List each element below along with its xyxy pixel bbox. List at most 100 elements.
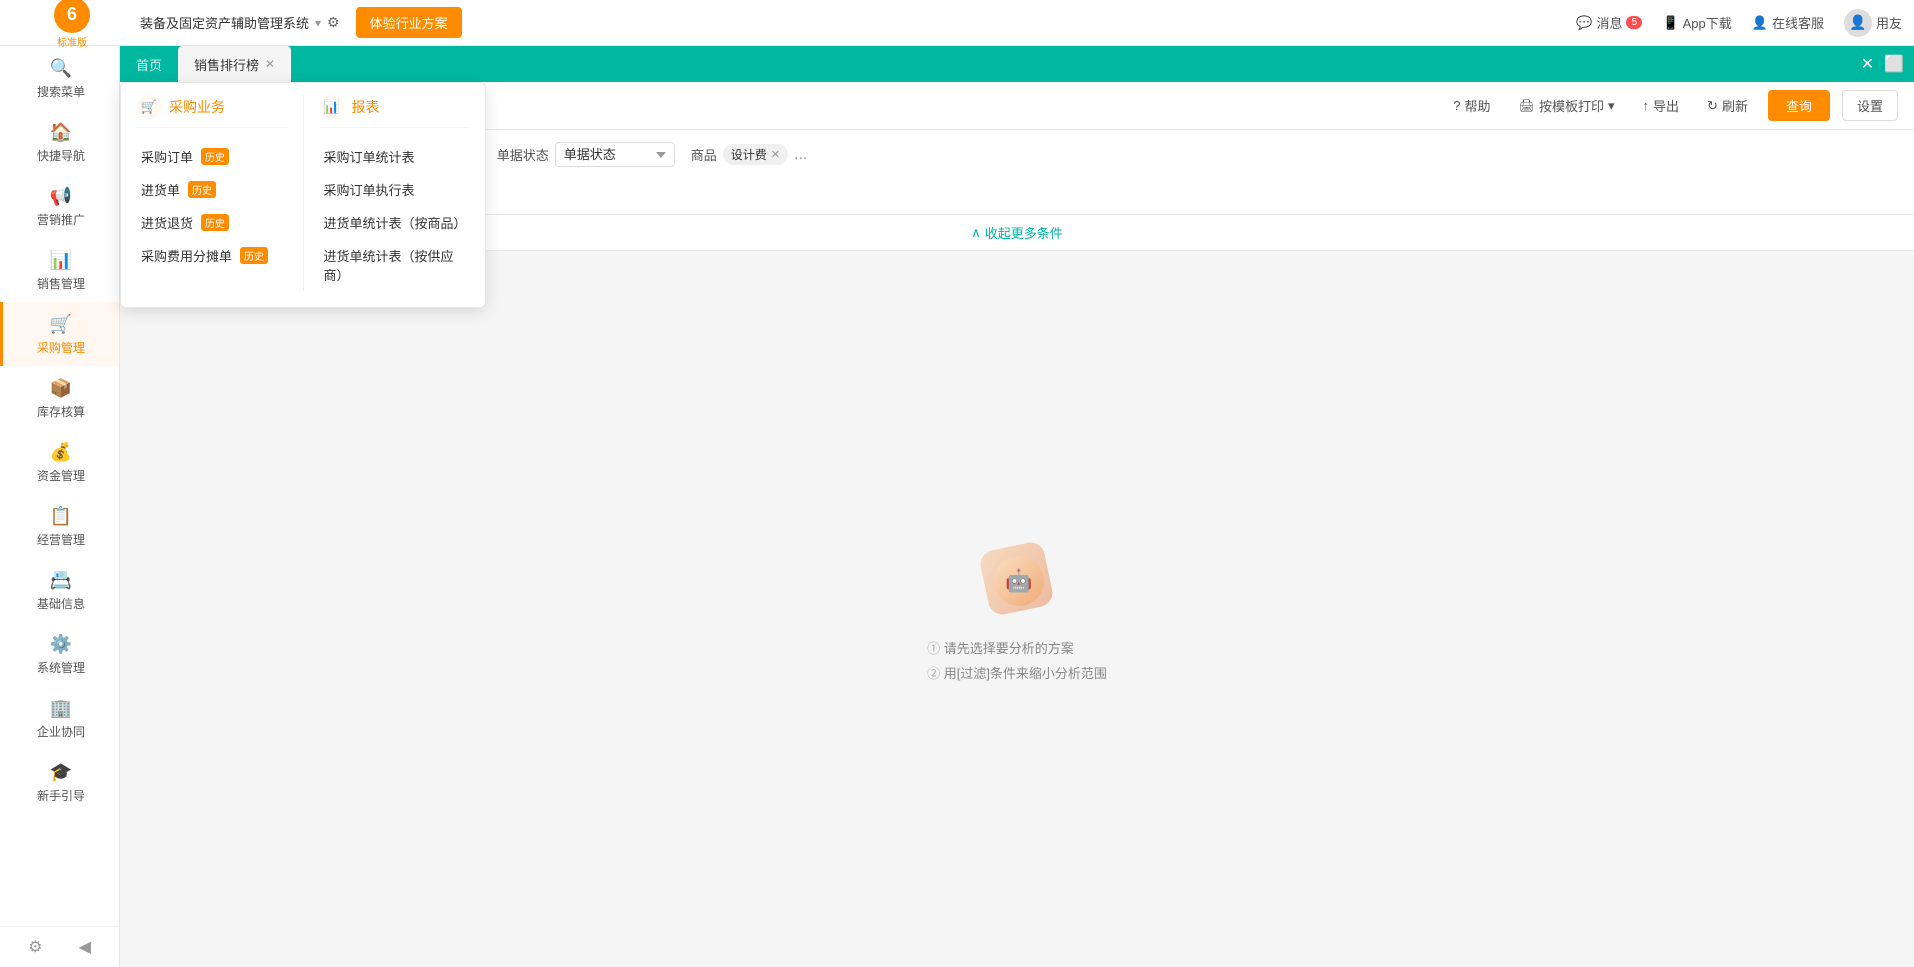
tab-close-icon[interactable]: ✕ bbox=[265, 57, 275, 71]
sidebar-item-inventory[interactable]: 📦 库存核算 bbox=[0, 366, 119, 430]
online-service-item[interactable]: 👤 在线客服 bbox=[1752, 13, 1824, 32]
goods-return-label: 进货退货 bbox=[141, 213, 193, 232]
sidebar-item-label: 快捷导航 bbox=[37, 147, 85, 164]
doc-status-label: 单据状态 bbox=[497, 145, 549, 164]
goods-in-label: 进货单 bbox=[141, 180, 180, 199]
user-item[interactable]: 👤 用友 bbox=[1844, 9, 1902, 37]
goods-in-history-badge: 历史 bbox=[188, 181, 216, 198]
empty-hints: ① 请先选择要分析的方案 ② 用[过滤]条件来缩小分析范围 bbox=[927, 638, 1107, 682]
newbie-icon: 🎓 bbox=[50, 762, 72, 783]
print-dropdown-icon[interactable]: ▾ bbox=[1608, 98, 1615, 114]
dropdown-item-goods-in[interactable]: 进货单 历史 bbox=[137, 173, 287, 206]
system-info: 装备及固定资产辅助管理系统 ▾ ⚙ 体验行业方案 bbox=[132, 7, 1576, 38]
sidebar-settings-icon[interactable]: ⚙ bbox=[28, 937, 42, 957]
collapse-icon: ∧ bbox=[971, 225, 981, 241]
experience-button[interactable]: 体验行业方案 bbox=[356, 7, 462, 38]
sidebar-item-system[interactable]: ⚙️ 系统管理 bbox=[0, 622, 119, 686]
service-label: 在线客服 bbox=[1772, 13, 1824, 32]
sidebar-item-label: 营销推广 bbox=[37, 211, 85, 228]
purchase-expense-history-badge: 历史 bbox=[240, 247, 268, 264]
sidebar-item-marketing[interactable]: 📢 营销推广 bbox=[0, 174, 119, 238]
logo-icon: 6 bbox=[54, 0, 90, 33]
purchase-header-icon: 🛒 bbox=[137, 95, 161, 119]
sidebar-item-search[interactable]: 🔍 搜索菜单 bbox=[0, 46, 119, 110]
sidebar-item-operations[interactable]: 📋 经营管理 bbox=[0, 494, 119, 558]
message-icon: 💬 bbox=[1576, 15, 1592, 31]
dropdown-item-purchase-order-stats[interactable]: 采购订单统计表 bbox=[320, 140, 470, 173]
dropdown-item-goods-in-stats-by-goods[interactable]: 进货单统计表（按商品） bbox=[320, 206, 470, 239]
empty-robot-icon: 🤖 bbox=[994, 556, 1044, 606]
avatar: 👤 bbox=[1844, 9, 1872, 37]
search-icon: 🔍 bbox=[50, 58, 72, 79]
dropdown-item-purchase-expense[interactable]: 采购费用分摊单 历史 bbox=[137, 239, 287, 272]
service-icon: 👤 bbox=[1752, 15, 1768, 31]
dropdown-item-goods-in-stats-by-supplier[interactable]: 进货单统计表（按供应商） bbox=[320, 239, 470, 291]
message-label: 消息 bbox=[1596, 13, 1622, 32]
dropdown-item-purchase-order-exec[interactable]: 采购订单执行表 bbox=[320, 173, 470, 206]
refresh-label: 刷新 bbox=[1722, 96, 1748, 115]
tab-sales-rank[interactable]: 销售排行榜 ✕ bbox=[178, 46, 291, 82]
enterprise-icon: 🏢 bbox=[50, 698, 72, 719]
system-dropdown-icon[interactable]: ▾ bbox=[315, 16, 321, 30]
logo-area: 6 标准版 bbox=[12, 0, 132, 49]
logo-char: 6 bbox=[67, 4, 77, 25]
dropdown-col-reports: 📊 报表 采购订单统计表 采购订单执行表 进货单统计表（按商品） 进货单统计表（… bbox=[303, 95, 486, 291]
sidebar-item-label: 资金管理 bbox=[37, 467, 85, 484]
print-label: 按模板打印 bbox=[1539, 96, 1604, 115]
sidebar-item-purchase[interactable]: 🛒 采购管理 bbox=[0, 302, 119, 366]
sidebar-item-label: 销售管理 bbox=[37, 275, 85, 292]
sidebar-item-label: 采购管理 bbox=[37, 339, 85, 356]
help-button[interactable]: ? 帮助 bbox=[1445, 92, 1498, 119]
sidebar-item-label: 经营管理 bbox=[37, 531, 85, 548]
dropdown-header-purchase: 🛒 采购业务 bbox=[137, 95, 287, 128]
system-gear-icon[interactable]: ⚙ bbox=[327, 14, 340, 31]
goods-dots-button[interactable]: ... bbox=[794, 146, 807, 164]
refresh-button[interactable]: ↻ 刷新 bbox=[1699, 92, 1756, 119]
topbar-right: 💬 消息 5 📱 App下载 👤 在线客服 👤 用友 bbox=[1576, 9, 1902, 37]
message-item[interactable]: 💬 消息 5 bbox=[1576, 13, 1642, 32]
doc-status-select[interactable]: 单据状态 bbox=[555, 142, 675, 167]
purchase-icon: 🛒 bbox=[50, 314, 72, 335]
app-download-item[interactable]: 📱 App下载 bbox=[1662, 13, 1731, 32]
goods-tag-close-icon[interactable]: ✕ bbox=[771, 148, 780, 161]
goods-tag-text: 设计费 bbox=[731, 146, 767, 163]
tab-sales-rank-label: 销售排行榜 bbox=[194, 55, 259, 74]
sidebar-item-enterprise[interactable]: 🏢 企业协同 bbox=[0, 686, 119, 750]
dropdown-item-purchase-order[interactable]: 采购订单 历史 bbox=[137, 140, 287, 173]
sidebar-item-base-info[interactable]: 📇 基础信息 bbox=[0, 558, 119, 622]
logo-subtext: 标准版 bbox=[57, 34, 87, 49]
export-label: 导出 bbox=[1653, 96, 1679, 115]
sidebar: 🔍 搜索菜单 🏠 快捷导航 📢 营销推广 📊 销售管理 🛒 采购管理 📦 库存核… bbox=[0, 46, 120, 967]
sidebar-item-label: 库存核算 bbox=[37, 403, 85, 420]
goods-in-stats-by-supplier-label: 进货单统计表（按供应商） bbox=[324, 246, 466, 284]
settings-button[interactable]: 设置 bbox=[1842, 90, 1898, 121]
doc-status-filter: 单据状态 单据状态 bbox=[497, 142, 675, 167]
dropdown-item-goods-return[interactable]: 进货退货 历史 bbox=[137, 206, 287, 239]
print-button[interactable]: 🖨 按模板打印 ▾ bbox=[1510, 92, 1622, 119]
reports-header-icon: 📊 bbox=[320, 95, 344, 119]
query-button[interactable]: 查询 bbox=[1768, 90, 1830, 121]
tab-home-label: 首页 bbox=[136, 55, 162, 74]
export-icon: ↑ bbox=[1643, 98, 1650, 113]
tab-maximize-icon[interactable]: ⬜ bbox=[1884, 54, 1904, 74]
sidebar-item-quick-nav[interactable]: 🏠 快捷导航 bbox=[0, 110, 119, 174]
sidebar-item-newbie[interactable]: 🎓 新手引导 bbox=[0, 750, 119, 814]
topbar: 6 标准版 装备及固定资产辅助管理系统 ▾ ⚙ 体验行业方案 💬 消息 5 📱 … bbox=[0, 0, 1914, 46]
operations-icon: 📋 bbox=[50, 506, 72, 527]
user-label: 用友 bbox=[1876, 13, 1902, 32]
tab-home[interactable]: 首页 bbox=[120, 46, 178, 82]
dropdown-header-reports: 📊 报表 bbox=[320, 95, 470, 128]
tab-bar: 首页 销售排行榜 ✕ ✕ ⬜ bbox=[120, 46, 1914, 82]
empty-state: 🤖 ① 请先选择要分析的方案 ② 用[过滤]条件来缩小分析范围 bbox=[120, 251, 1914, 967]
goods-in-stats-by-goods-label: 进货单统计表（按商品） bbox=[324, 213, 466, 232]
tab-window-close-icon[interactable]: ✕ bbox=[1861, 54, 1874, 74]
app-label: App下载 bbox=[1683, 13, 1732, 32]
export-button[interactable]: ↑ 导出 bbox=[1635, 92, 1688, 119]
sidebar-item-finance[interactable]: 💰 资金管理 bbox=[0, 430, 119, 494]
purchase-dropdown-menu: 🛒 采购业务 采购订单 历史 进货单 历史 进货退货 历史 采购费用分摊单 历史… bbox=[120, 82, 486, 308]
system-name: 装备及固定资产辅助管理系统 bbox=[140, 13, 309, 32]
sidebar-item-label: 企业协同 bbox=[37, 723, 85, 740]
sidebar-collapse-icon[interactable]: ◀ bbox=[79, 937, 91, 957]
sidebar-item-sales[interactable]: 📊 销售管理 bbox=[0, 238, 119, 302]
sidebar-item-label: 系统管理 bbox=[37, 659, 85, 676]
